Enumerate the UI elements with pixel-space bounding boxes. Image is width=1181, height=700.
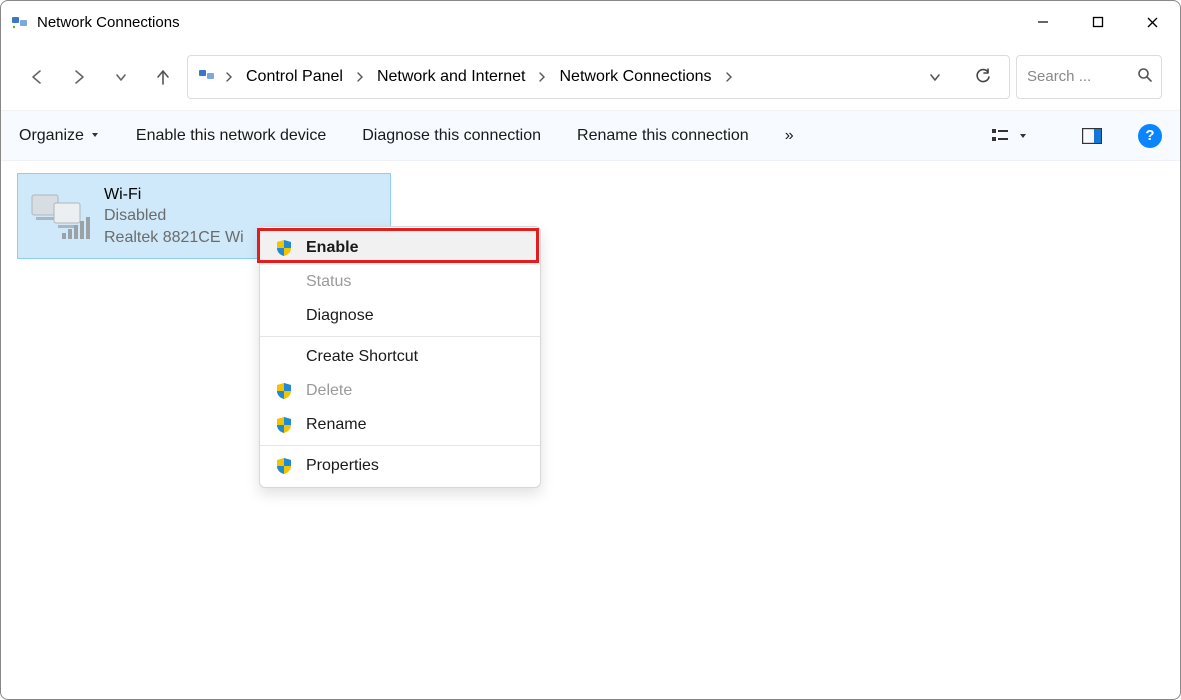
- forward-button[interactable]: [61, 59, 97, 95]
- ctx-properties-label: Properties: [306, 457, 379, 475]
- minimize-button[interactable]: [1015, 1, 1070, 43]
- shield-icon: [274, 239, 294, 257]
- breadcrumb-network-internet[interactable]: Network and Internet: [373, 68, 530, 86]
- search-icon: [1137, 67, 1153, 87]
- refresh-button[interactable]: [961, 57, 1005, 97]
- ctx-diagnose-label: Diagnose: [306, 307, 374, 325]
- chevron-right-icon[interactable]: [720, 70, 738, 84]
- shield-icon: [274, 382, 294, 400]
- breadcrumb-control-panel[interactable]: Control Panel: [242, 68, 347, 86]
- chevron-right-icon[interactable]: [220, 70, 238, 84]
- ctx-rename-label: Rename: [306, 416, 366, 434]
- view-options-button[interactable]: [992, 128, 1028, 144]
- recent-locations-button[interactable]: [103, 59, 139, 95]
- command-bar: Organize Enable this network device Diag…: [1, 111, 1180, 161]
- adapter-text: Wi-Fi Disabled Realtek 8821CE Wi: [104, 184, 244, 249]
- ctx-create-shortcut-label: Create Shortcut: [306, 348, 418, 366]
- context-menu: Enable Status Diagnose Create Shortcut D…: [259, 226, 541, 488]
- shield-icon: [274, 416, 294, 434]
- search-box[interactable]: [1016, 55, 1162, 99]
- ctx-delete-label: Delete: [306, 382, 352, 400]
- enable-device-button[interactable]: Enable this network device: [136, 127, 326, 145]
- ctx-status-label: Status: [306, 273, 351, 291]
- up-button[interactable]: [145, 59, 181, 95]
- overflow-button[interactable]: »: [785, 127, 794, 145]
- close-button[interactable]: [1125, 1, 1180, 43]
- search-input[interactable]: [1025, 67, 1133, 86]
- chevron-right-icon[interactable]: [351, 70, 369, 84]
- ctx-enable[interactable]: Enable: [260, 231, 540, 265]
- network-adapter-icon: [28, 184, 92, 248]
- adapter-name: Wi-Fi: [104, 184, 244, 206]
- title-bar: Network Connections: [1, 1, 1180, 43]
- ctx-rename[interactable]: Rename: [260, 408, 540, 442]
- shield-icon: [274, 457, 294, 475]
- organize-label: Organize: [19, 127, 84, 145]
- ctx-separator: [260, 445, 540, 446]
- help-button[interactable]: ?: [1138, 124, 1162, 148]
- ctx-properties[interactable]: Properties: [260, 449, 540, 483]
- breadcrumb-network-connections[interactable]: Network Connections: [555, 68, 715, 86]
- caret-down-icon: [90, 127, 100, 145]
- adapter-device: Realtek 8821CE Wi: [104, 227, 244, 249]
- back-button[interactable]: [19, 59, 55, 95]
- address-bar[interactable]: Control Panel Network and Internet Netwo…: [187, 55, 1010, 99]
- window-title: Network Connections: [37, 14, 180, 31]
- address-row: Control Panel Network and Internet Netwo…: [1, 43, 1180, 111]
- chevron-right-icon[interactable]: [533, 70, 551, 84]
- preview-pane-button[interactable]: [1082, 128, 1102, 144]
- maximize-button[interactable]: [1070, 1, 1125, 43]
- app-icon: [11, 13, 29, 31]
- adapter-status: Disabled: [104, 205, 244, 227]
- ctx-delete: Delete: [260, 374, 540, 408]
- location-icon: [198, 66, 216, 88]
- content-area: Wi-Fi Disabled Realtek 8821CE Wi: [1, 161, 1180, 271]
- ctx-status: Status: [260, 265, 540, 299]
- ctx-create-shortcut[interactable]: Create Shortcut: [260, 340, 540, 374]
- ctx-separator: [260, 336, 540, 337]
- address-history-button[interactable]: [913, 57, 957, 97]
- rename-connection-button[interactable]: Rename this connection: [577, 127, 749, 145]
- ctx-enable-label: Enable: [306, 239, 358, 257]
- organize-button[interactable]: Organize: [19, 127, 100, 145]
- diagnose-connection-button[interactable]: Diagnose this connection: [362, 127, 541, 145]
- ctx-diagnose[interactable]: Diagnose: [260, 299, 540, 333]
